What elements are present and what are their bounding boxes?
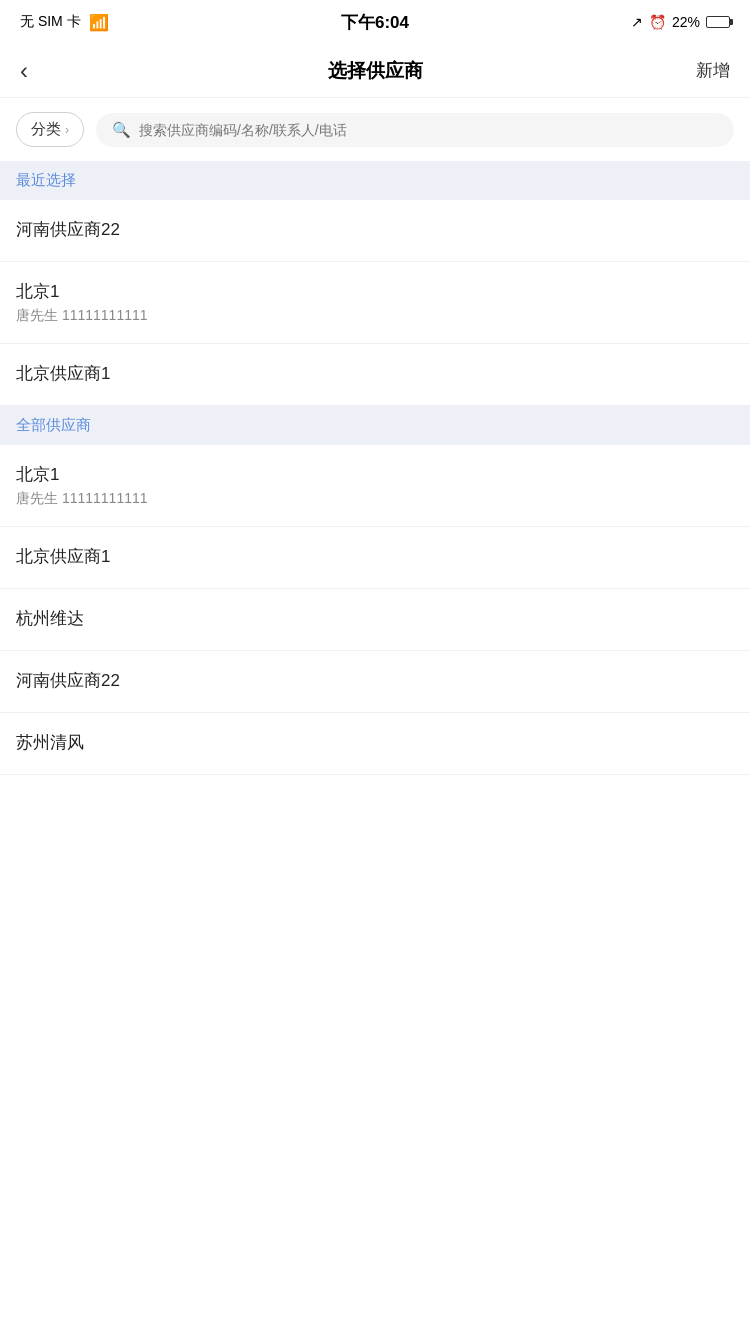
search-input[interactable] xyxy=(139,122,718,138)
item-detail: 唐先生 11111111111 xyxy=(16,490,734,508)
filter-bar: 分类 › 🔍 xyxy=(0,98,750,161)
all-header-text: 全部供应商 xyxy=(16,416,91,433)
recent-section-header: 最近选择 xyxy=(0,161,750,200)
list-item[interactable]: 杭州维达 xyxy=(0,589,750,651)
item-name: 北京供应商1 xyxy=(16,545,734,568)
category-button[interactable]: 分类 › xyxy=(16,112,84,147)
list-item[interactable]: 河南供应商22 xyxy=(0,200,750,262)
search-icon: 🔍 xyxy=(112,121,131,139)
back-button[interactable]: ‹ xyxy=(20,57,60,85)
add-button[interactable]: 新增 xyxy=(696,59,730,82)
item-name: 河南供应商22 xyxy=(16,218,734,241)
nav-bar: ‹ 选择供应商 新增 xyxy=(0,44,750,98)
status-left: 无 SIM 卡 📶 xyxy=(20,13,109,32)
item-detail: 唐先生 11111111111 xyxy=(16,307,734,325)
item-name: 河南供应商22 xyxy=(16,669,734,692)
list-item[interactable]: 北京供应商1 xyxy=(0,527,750,589)
status-time: 下午6:04 xyxy=(341,11,409,34)
item-name: 苏州清风 xyxy=(16,731,734,754)
item-name: 北京1 xyxy=(16,463,734,486)
chevron-right-icon: › xyxy=(65,123,69,137)
list-item[interactable]: 北京供应商1 xyxy=(0,344,750,406)
category-label: 分类 xyxy=(31,120,61,139)
status-bar: 无 SIM 卡 📶 下午6:04 ↗ ⏰ 22% xyxy=(0,0,750,44)
recent-header-text: 最近选择 xyxy=(16,171,76,188)
all-list: 北京1 唐先生 11111111111 北京供应商1 杭州维达河南供应商22 苏州清风 xyxy=(0,445,750,775)
list-item[interactable]: 苏州清风 xyxy=(0,713,750,775)
list-item[interactable]: 北京1 唐先生 11111111111 xyxy=(0,262,750,344)
item-name: 杭州维达 xyxy=(16,607,734,630)
carrier-text: 无 SIM 卡 xyxy=(20,13,81,31)
search-box: 🔍 xyxy=(96,113,734,147)
wifi-icon: 📶 xyxy=(89,13,109,32)
item-name: 北京1 xyxy=(16,280,734,303)
location-icon: ↗ xyxy=(631,14,643,30)
recent-list: 河南供应商22 北京1 唐先生 11111111111 北京供应商1 xyxy=(0,200,750,406)
page-title: 选择供应商 xyxy=(328,58,423,84)
item-name: 北京供应商1 xyxy=(16,362,734,385)
battery-percentage: 22% xyxy=(672,14,700,30)
list-item[interactable]: 北京1 唐先生 11111111111 xyxy=(0,445,750,527)
list-item[interactable]: 河南供应商22 xyxy=(0,651,750,713)
all-section-header: 全部供应商 xyxy=(0,406,750,445)
alarm-icon: ⏰ xyxy=(649,14,666,30)
status-right: ↗ ⏰ 22% xyxy=(631,14,730,30)
battery-icon xyxy=(706,16,730,28)
